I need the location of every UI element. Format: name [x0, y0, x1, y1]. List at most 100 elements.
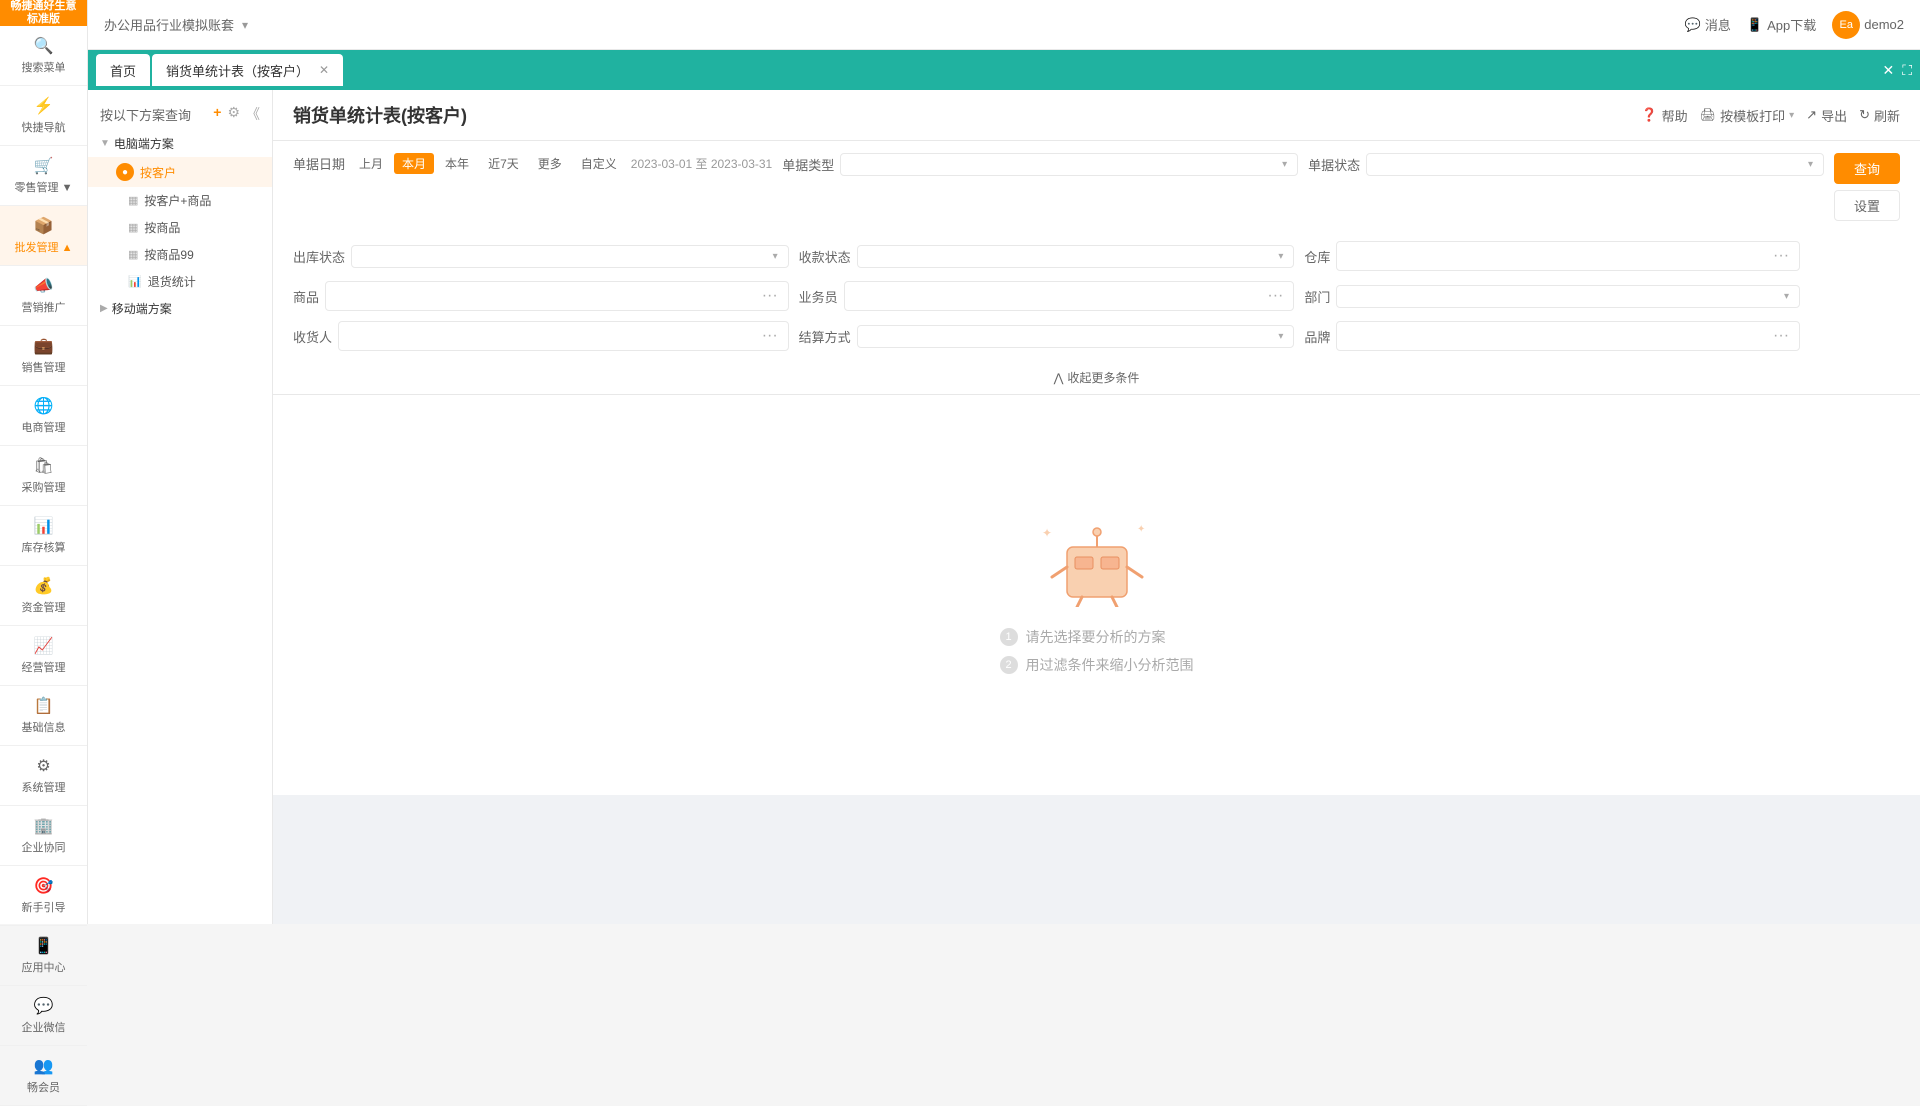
sidebar-menu: 🔍搜索菜单⚡快捷导航🛒零售管理 ▼📦批发管理 ▲📣营销推广💼销售管理🌐电商管理🛍… [0, 26, 87, 1106]
tab-home[interactable]: 首页 [96, 54, 150, 86]
sidebar-item-wechat[interactable]: 💬企业微信 [0, 986, 87, 1046]
sidebar-item-wholesale[interactable]: 📦批发管理 ▲ [0, 206, 87, 266]
print-btn[interactable]: 🖨 按模板打印 ▾ [1700, 106, 1795, 125]
salesperson-select[interactable]: ··· [844, 281, 1295, 311]
sidebar-item-newbie[interactable]: 🎯新手引导 [0, 866, 87, 926]
sidebar-item-inventory[interactable]: 📊库存核算 [0, 506, 87, 566]
recipient-dots[interactable]: ··· [762, 327, 778, 345]
export-icon: ↗ [1806, 107, 1817, 123]
sidebar-item-finance[interactable]: 💰资金管理 [0, 566, 87, 626]
export-label: 导出 [1821, 106, 1847, 125]
refresh-btn[interactable]: ↻ 刷新 [1859, 106, 1900, 125]
sidebar-item-search[interactable]: 🔍搜索菜单 [0, 26, 87, 86]
panel-header-icons: + ⚙ 《 [213, 104, 260, 124]
date-range: 2023-03-01 至 2023-03-31 [631, 155, 772, 172]
message-icon: 💬 [1685, 17, 1701, 33]
date-shortcuts: 上月 本月 本年 近7天 更多 自定义 [351, 153, 625, 174]
sidebar-item-ecommerce[interactable]: 🌐电商管理 [0, 386, 87, 446]
export-btn[interactable]: ↗ 导出 [1806, 106, 1847, 125]
member-icon: 👥 [34, 1056, 54, 1076]
basic-icon: 📋 [34, 696, 54, 716]
date-btn-more[interactable]: 更多 [530, 153, 570, 174]
tab-close-window-icon[interactable]: ✕ [1882, 62, 1894, 79]
bill-status-select[interactable]: ▾ [1366, 153, 1824, 176]
sidebar-label-enterprise: 企业协同 [22, 839, 66, 855]
warehouse-select[interactable]: ··· [1336, 241, 1800, 271]
date-btn-prev-month[interactable]: 上月 [351, 153, 391, 174]
sidebar-label-quick-nav: 快捷导航 [22, 119, 66, 135]
sidebar-item-apps[interactable]: 📱应用中心 [0, 926, 87, 986]
goods-dots[interactable]: ··· [762, 287, 778, 305]
goods-label: 商品 [293, 287, 319, 306]
sidebar-item-operation[interactable]: 📈经营管理 [0, 626, 87, 686]
goods-select[interactable]: ··· [325, 281, 789, 311]
sidebar-item-member[interactable]: 👥畅会员 [0, 1046, 87, 1106]
app-download-btn[interactable]: 📱 App下载 [1747, 15, 1816, 34]
sidebar-item-basic[interactable]: 📋基础信息 [0, 686, 87, 746]
warehouse-dots[interactable]: ··· [1773, 247, 1789, 265]
sidebar-label-search: 搜索菜单 [22, 59, 66, 75]
outbound-status-select[interactable]: ▾ [351, 245, 789, 268]
department-label: 部门 [1304, 287, 1330, 306]
panel-settings-icon[interactable]: ⚙ [227, 104, 240, 124]
avatar: Ea [1832, 11, 1860, 39]
empty-state: ✦ ✦ 1 请先选择要分析的方案 2 用过滤条件来缩小分析范围 [273, 395, 1920, 795]
enterprise-icon: 🏢 [34, 816, 54, 836]
sidebar-item-quick-nav[interactable]: ⚡快捷导航 [0, 86, 87, 146]
setting-btn[interactable]: 设置 [1834, 190, 1900, 221]
hint-text-1: 请先选择要分析的方案 [1026, 627, 1166, 647]
wholesale-icon: 📦 [34, 216, 54, 236]
panel-item-by-goods-99[interactable]: ▦ 按商品99 [88, 241, 272, 268]
panel-item-customer-goods[interactable]: ▦ 按客户+商品 [88, 187, 272, 214]
salesperson-dots[interactable]: ··· [1267, 287, 1283, 305]
sidebar-item-purchase[interactable]: 🛍采购管理 [0, 446, 87, 506]
user-area[interactable]: Ea demo2 [1832, 11, 1904, 39]
date-btn-custom[interactable]: 自定义 [573, 153, 625, 174]
settlement-select[interactable]: ▾ [857, 325, 1295, 348]
panel-section-mobile-header[interactable]: ▶ 移动端方案 [88, 295, 272, 322]
panel-add-icon[interactable]: + [213, 104, 221, 124]
date-btn-this-year[interactable]: 本年 [437, 153, 477, 174]
recipient-select[interactable]: ··· [338, 321, 789, 351]
left-panel: 按以下方案查询 + ⚙ 《 ▼ 电脑端方案 ● 按客户 [88, 90, 273, 924]
brand-dots[interactable]: ··· [1773, 327, 1789, 345]
sidebar-item-system[interactable]: ⚙系统管理 [0, 746, 87, 806]
department-select[interactable]: ▾ [1336, 285, 1800, 308]
system-icon: ⚙ [36, 756, 50, 776]
message-btn[interactable]: 💬 消息 [1685, 15, 1731, 34]
sidebar-item-sales[interactable]: 💼销售管理 [0, 326, 87, 386]
tab-maximize-icon[interactable]: ⛶ [1902, 62, 1912, 79]
purchase-icon: 🛍 [33, 456, 53, 476]
return-stats-icon: 📊 [128, 275, 142, 288]
operation-icon: 📈 [34, 636, 54, 656]
svg-text:✦: ✦ [1042, 526, 1052, 540]
panel-section-desktop-header[interactable]: ▼ 电脑端方案 [88, 130, 272, 157]
panel-item-by-goods[interactable]: ▦ 按商品 [88, 214, 272, 241]
panel-item-return-stats[interactable]: 📊 退货统计 [88, 268, 272, 295]
brand-select[interactable]: ··· [1336, 321, 1800, 351]
sidebar-item-marketing[interactable]: 📣营销推广 [0, 266, 87, 326]
sidebar-item-enterprise[interactable]: 🏢 企业协同 [0, 806, 87, 866]
user-name: demo2 [1864, 17, 1904, 32]
panel-collapse-icon[interactable]: 《 [246, 104, 260, 124]
query-btn[interactable]: 查询 [1834, 153, 1900, 184]
bill-type-select[interactable]: ▾ [840, 153, 1298, 176]
query-buttons: 查询 设置 [1834, 153, 1900, 221]
date-btn-this-month[interactable]: 本月 [394, 153, 434, 174]
tab-close-icon[interactable]: ✕ [319, 63, 329, 77]
sales-icon: 💼 [34, 336, 54, 356]
hint-num-2: 2 [1000, 656, 1018, 674]
date-btn-7days[interactable]: 近7天 [480, 153, 527, 174]
panel-item-by-customer[interactable]: ● 按客户 [88, 157, 272, 187]
top-header: 办公用品行业模拟账套 ▾ 💬 消息 📱 App下载 Ea demo2 [88, 0, 1920, 50]
panel-item-by-customer-label: 按客户 [140, 164, 176, 181]
collapse-btn[interactable]: ⋀ 收起更多条件 [1054, 369, 1140, 386]
panel-section-mobile: ▶ 移动端方案 [88, 295, 272, 322]
sidebar-item-retail[interactable]: 🛒零售管理 ▼ [0, 146, 87, 206]
industry-dropdown-arrow[interactable]: ▾ [242, 18, 248, 32]
sidebar-label-finance: 资金管理 [22, 599, 66, 615]
tab-sales-stats[interactable]: 销货单统计表（按客户） ✕ [152, 54, 343, 86]
by-goods-label: 按商品 [144, 219, 180, 236]
help-btn[interactable]: ❓ 帮助 [1641, 106, 1687, 125]
payment-status-select[interactable]: ▾ [857, 245, 1295, 268]
